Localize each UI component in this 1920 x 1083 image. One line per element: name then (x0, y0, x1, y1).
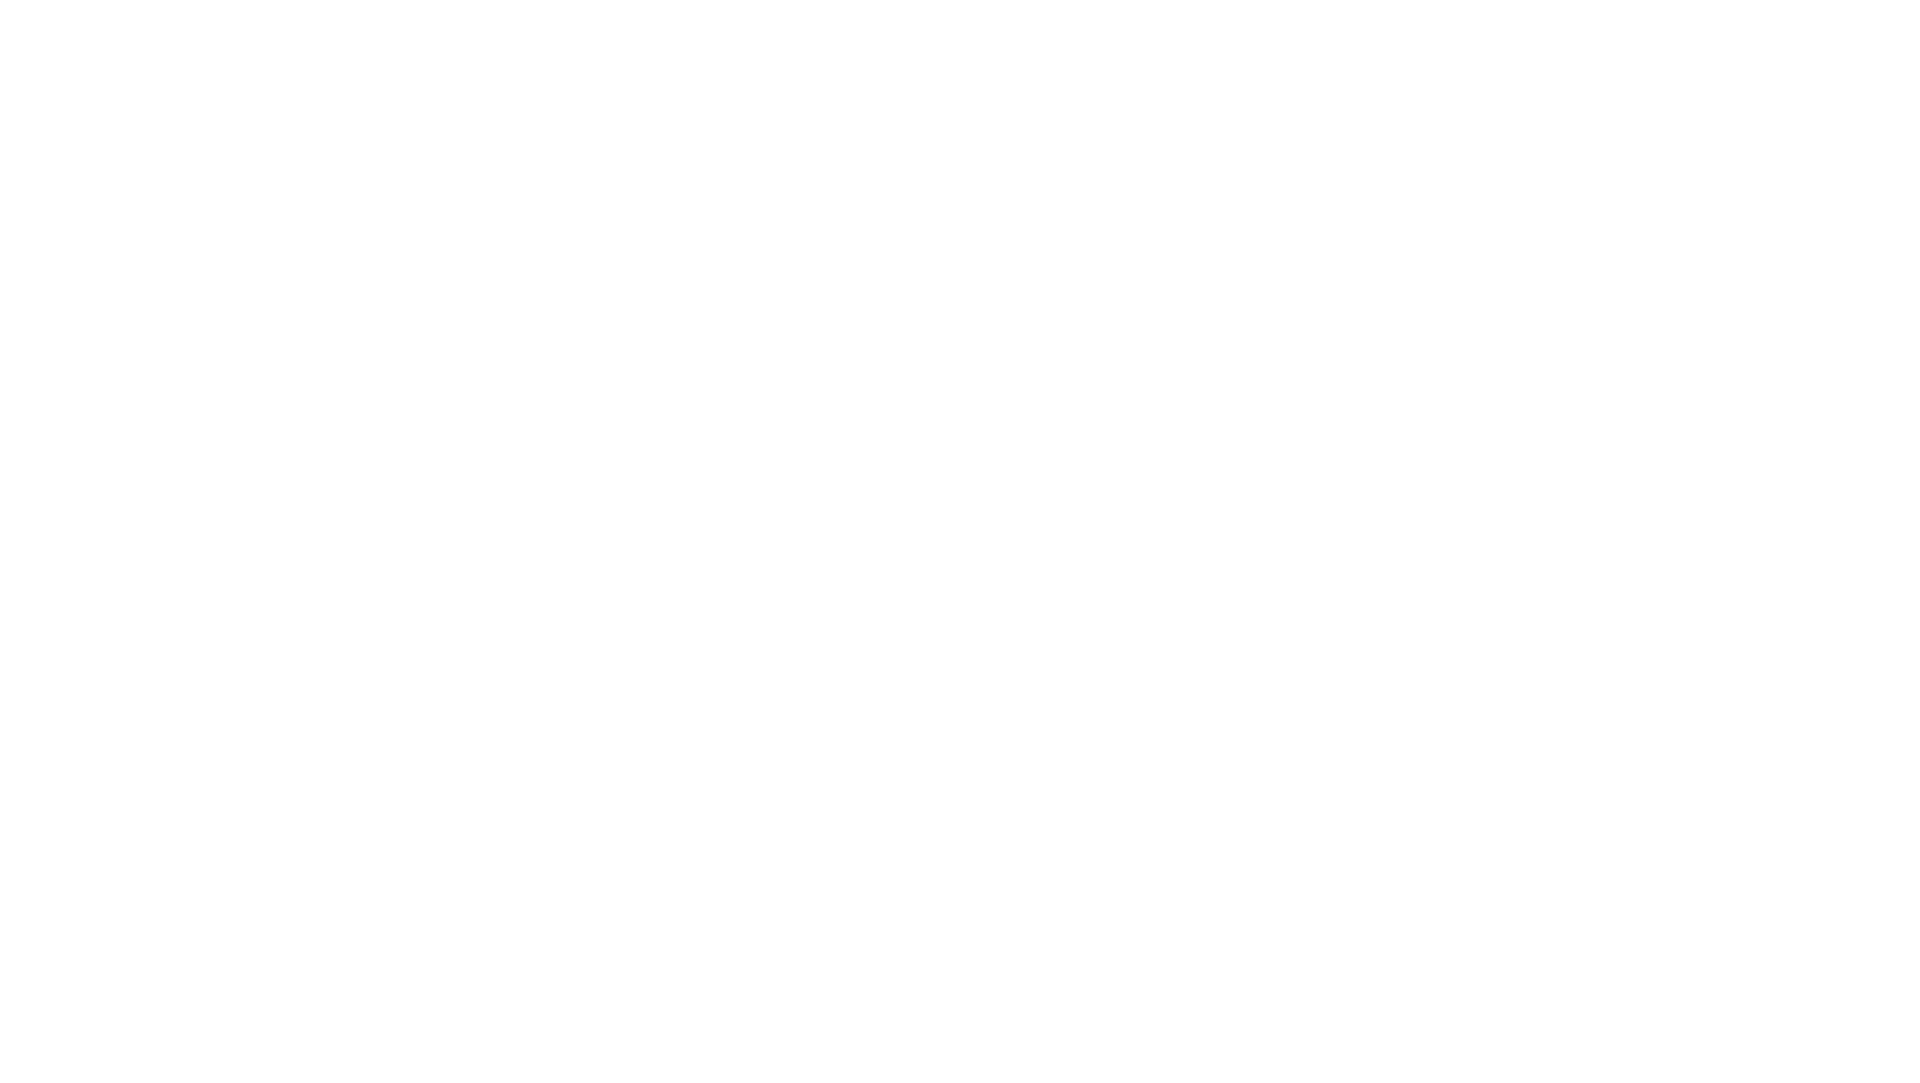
diagram-container (0, 0, 1920, 1083)
connector-lines (0, 0, 1920, 1083)
